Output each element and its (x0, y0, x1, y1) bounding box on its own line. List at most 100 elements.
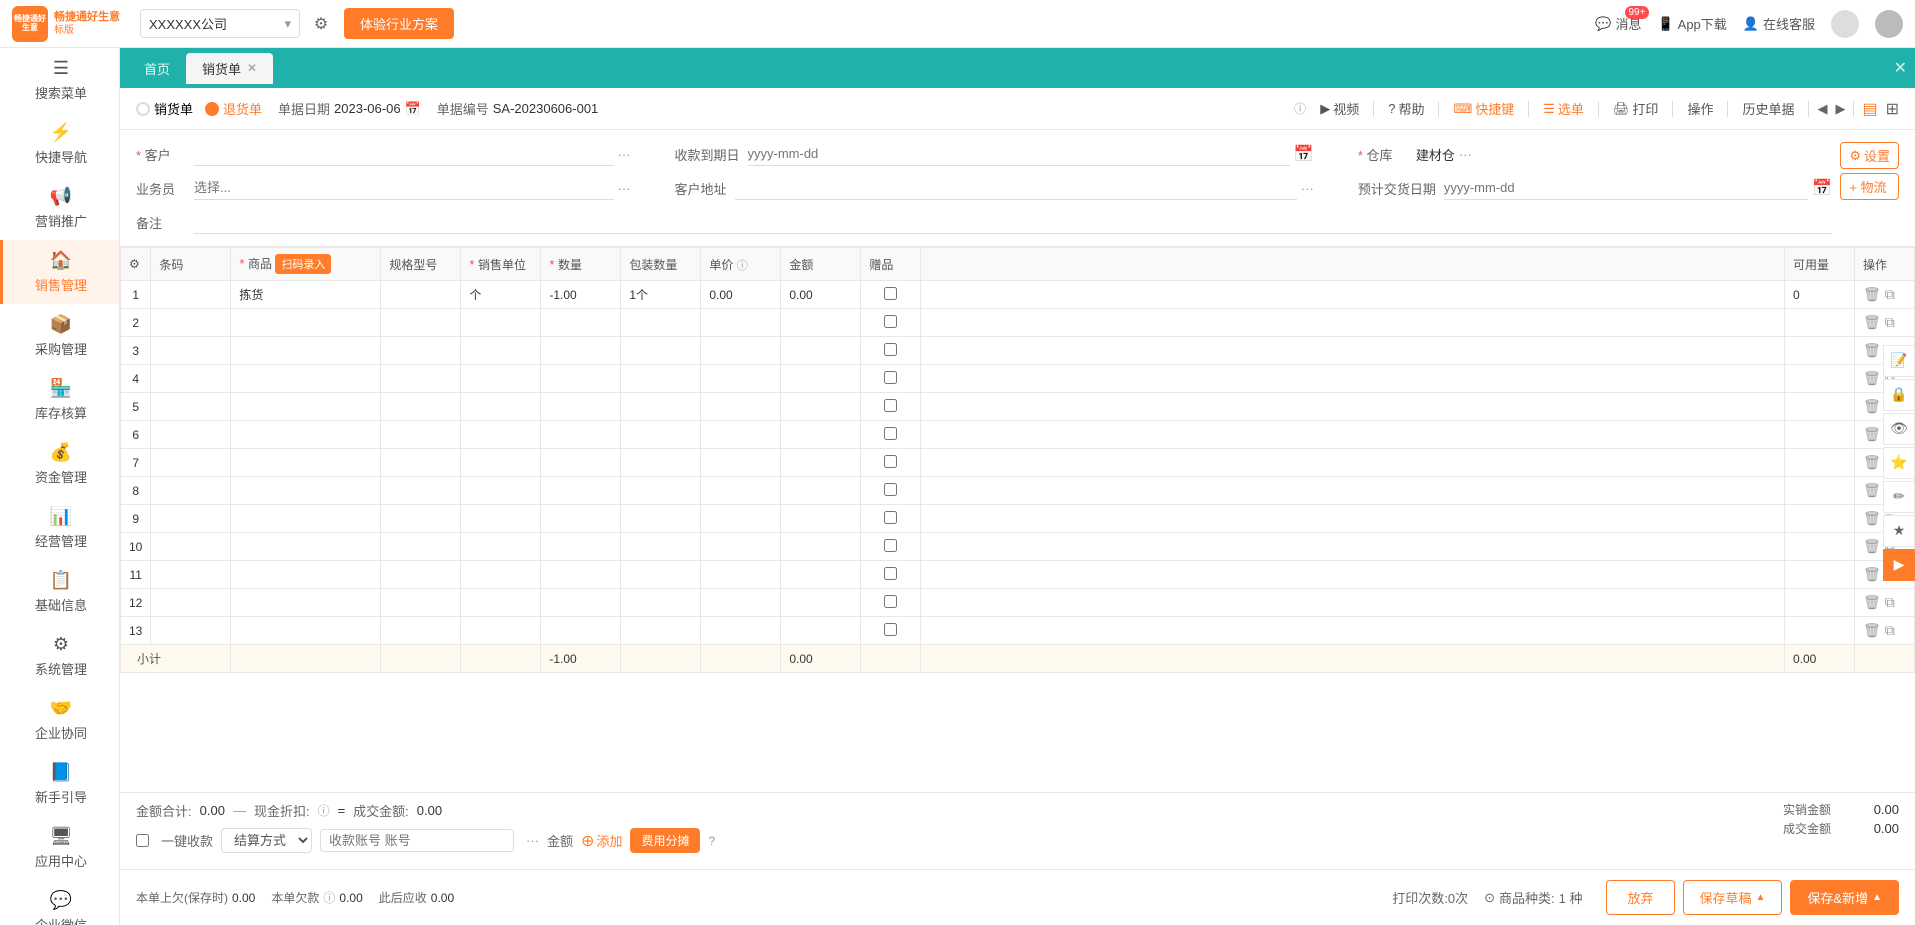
scan-btn[interactable]: 扫码录入 (275, 254, 331, 274)
delete-icon[interactable]: 🗑 (1863, 566, 1881, 583)
float-btn-4[interactable]: ⭐ (1883, 447, 1915, 479)
settings-button[interactable]: ⚙ 设置 (1840, 142, 1899, 169)
history-btn[interactable]: 历史单据 (1736, 96, 1800, 121)
user-avatar[interactable] (1831, 10, 1859, 38)
product-1[interactable]: 拣货 (231, 281, 381, 309)
gift-checkbox-1[interactable] (884, 287, 897, 300)
float-btn-3[interactable]: 👁 (1883, 413, 1915, 445)
user-avatar2[interactable] (1875, 10, 1903, 38)
barcode-1[interactable] (151, 281, 231, 309)
sidebar-item-search[interactable]: ☰ 搜索菜单 (0, 48, 119, 112)
sidebar-item-sales[interactable]: 🏠 销售管理 (0, 240, 119, 304)
delete-icon[interactable]: 🗑 (1863, 370, 1881, 387)
delete-icon[interactable]: 🗑 (1863, 482, 1881, 499)
add-payment-btn[interactable]: ⊕ 添加 (581, 831, 622, 851)
float-btn-orange[interactable]: ▶ (1883, 549, 1915, 581)
float-btn-5[interactable]: ✏ (1883, 481, 1915, 513)
order-num-value[interactable]: SA-20230606-001 (493, 101, 599, 116)
delete-icon[interactable]: 🗑 (1863, 426, 1881, 443)
account-more-icon[interactable]: ··· (526, 833, 539, 848)
company-gear-button[interactable]: ⚙ (306, 9, 336, 39)
delete-icon[interactable]: 🗑 (1863, 342, 1881, 359)
list-view-icon[interactable]: ▤ (1862, 99, 1877, 119)
copy-icon-1[interactable]: ⧉ (1885, 286, 1895, 303)
sidebar-item-guide[interactable]: 📘 新手引导 (0, 752, 119, 816)
tab-home[interactable]: 首页 (128, 53, 186, 84)
price-1[interactable]: 0.00 (701, 281, 781, 309)
pack-qty-1[interactable]: 1个 (621, 281, 701, 309)
customer-addr-input[interactable] (735, 176, 1297, 200)
sidebar-item-wechat[interactable]: 💬 企业微信 (0, 880, 119, 925)
one-click-pay-checkbox[interactable] (136, 834, 149, 847)
fee-split-btn[interactable]: 费用分摊 (630, 828, 700, 853)
fee-help-icon[interactable]: ? (708, 834, 715, 848)
calendar-icon[interactable]: 📅 (405, 101, 421, 117)
delete-icon-1[interactable]: 🗑 (1863, 286, 1881, 303)
account-input[interactable] (320, 829, 514, 852)
tab-sales-order[interactable]: 销货单 ✕ (186, 53, 273, 84)
delete-icon[interactable]: 🗑 (1863, 510, 1881, 527)
sidebar-item-system[interactable]: ⚙ 系统管理 (0, 624, 119, 688)
salesman-more-icon[interactable]: ··· (618, 181, 631, 196)
select-btn[interactable]: ☰ 选单 (1537, 96, 1590, 121)
company-selector[interactable]: XXXXXX公司 ▾ (140, 9, 300, 38)
radio-sales-order[interactable]: 销货单 (136, 99, 193, 118)
delete-icon[interactable]: 🗑 (1863, 454, 1881, 471)
remark-input[interactable] (194, 210, 1832, 234)
message-item[interactable]: 💬 消息 99+ (1595, 14, 1641, 33)
salesman-input[interactable] (194, 176, 614, 200)
experience-button[interactable]: 体验行业方案 (344, 8, 454, 39)
help-btn[interactable]: ? 帮助 (1382, 96, 1430, 121)
float-btn-6[interactable]: ★ (1883, 515, 1915, 547)
arrears-info-icon[interactable]: ⓘ (323, 889, 335, 906)
payment-method-select[interactable]: 结算方式 (221, 828, 312, 853)
sidebar-item-finance[interactable]: 💰 资金管理 (0, 432, 119, 496)
operation-btn[interactable]: 操作 (1681, 96, 1719, 121)
customer-input[interactable] (194, 142, 614, 166)
save-new-button[interactable]: 保存&新增 ▲ (1790, 880, 1899, 915)
amount-1[interactable]: 0.00 (781, 281, 861, 309)
qty-1[interactable]: -1.00 (541, 281, 621, 309)
copy-icon[interactable]: ⧉ (1885, 622, 1895, 639)
save-draft-button[interactable]: 保存草稿 ▲ (1683, 880, 1783, 915)
discard-button[interactable]: 放弃 (1606, 880, 1674, 915)
delete-icon[interactable]: 🗑 (1863, 398, 1881, 415)
sidebar-item-basic[interactable]: 📋 基础信息 (0, 560, 119, 624)
app-download-item[interactable]: 📱 App下载 (1657, 14, 1726, 33)
sidebar-item-appstore[interactable]: 🖥 应用中心 (0, 816, 119, 880)
warehouse-more-icon[interactable]: ··· (1459, 147, 1472, 162)
receive-date-calendar-icon[interactable]: 📅 (1294, 144, 1314, 164)
tab-close-all-icon[interactable]: ✕ (1894, 58, 1907, 78)
shortcut-btn[interactable]: ⌨ 快捷键 (1447, 96, 1520, 121)
delete-icon[interactable]: 🗑 (1863, 622, 1881, 639)
grid-view-icon[interactable]: ⊞ (1886, 99, 1899, 119)
spec-1[interactable] (381, 281, 461, 309)
date-value[interactable]: 2023-06-06 (334, 101, 401, 116)
sidebar-item-marketing[interactable]: 📢 营销推广 (0, 176, 119, 240)
warehouse-value[interactable]: 建材仓 (1416, 145, 1455, 164)
addr-more-icon[interactable]: ··· (1301, 181, 1314, 196)
sidebar-item-inventory[interactable]: 🏪 库存核算 (0, 368, 119, 432)
sidebar-item-operation[interactable]: 📊 经营管理 (0, 496, 119, 560)
th-gear[interactable]: ⚙ (121, 248, 151, 281)
next-icon[interactable]: ▶ (1835, 101, 1845, 117)
copy-icon[interactable]: ⧉ (1885, 594, 1895, 611)
prev-icon[interactable]: ◀ (1817, 101, 1827, 117)
delivery-date-input[interactable] (1444, 176, 1809, 200)
video-btn[interactable]: ▶ 视频 (1314, 96, 1365, 121)
receive-date-input[interactable] (748, 142, 1290, 166)
sidebar-item-purchase[interactable]: 📦 采购管理 (0, 304, 119, 368)
online-service-item[interactable]: 👤 在线客服 (1743, 14, 1815, 33)
radio-return-order[interactable]: 退货单 (205, 99, 262, 118)
delete-icon[interactable]: 🗑 (1863, 594, 1881, 611)
float-btn-2[interactable]: 🔒 (1883, 379, 1915, 411)
gift-1[interactable] (861, 281, 921, 309)
sidebar-item-collab[interactable]: 🤝 企业协同 (0, 688, 119, 752)
tab-close-icon[interactable]: ✕ (247, 61, 257, 75)
sidebar-item-quicknav[interactable]: ⚡ 快捷导航 (0, 112, 119, 176)
logistics-button[interactable]: + 物流 (1840, 173, 1899, 200)
customer-more-icon[interactable]: ··· (618, 147, 631, 162)
delivery-date-calendar-icon[interactable]: 📅 (1812, 178, 1832, 198)
delete-icon[interactable]: 🗑 (1863, 538, 1881, 555)
unit-1[interactable]: 个 (461, 281, 541, 309)
